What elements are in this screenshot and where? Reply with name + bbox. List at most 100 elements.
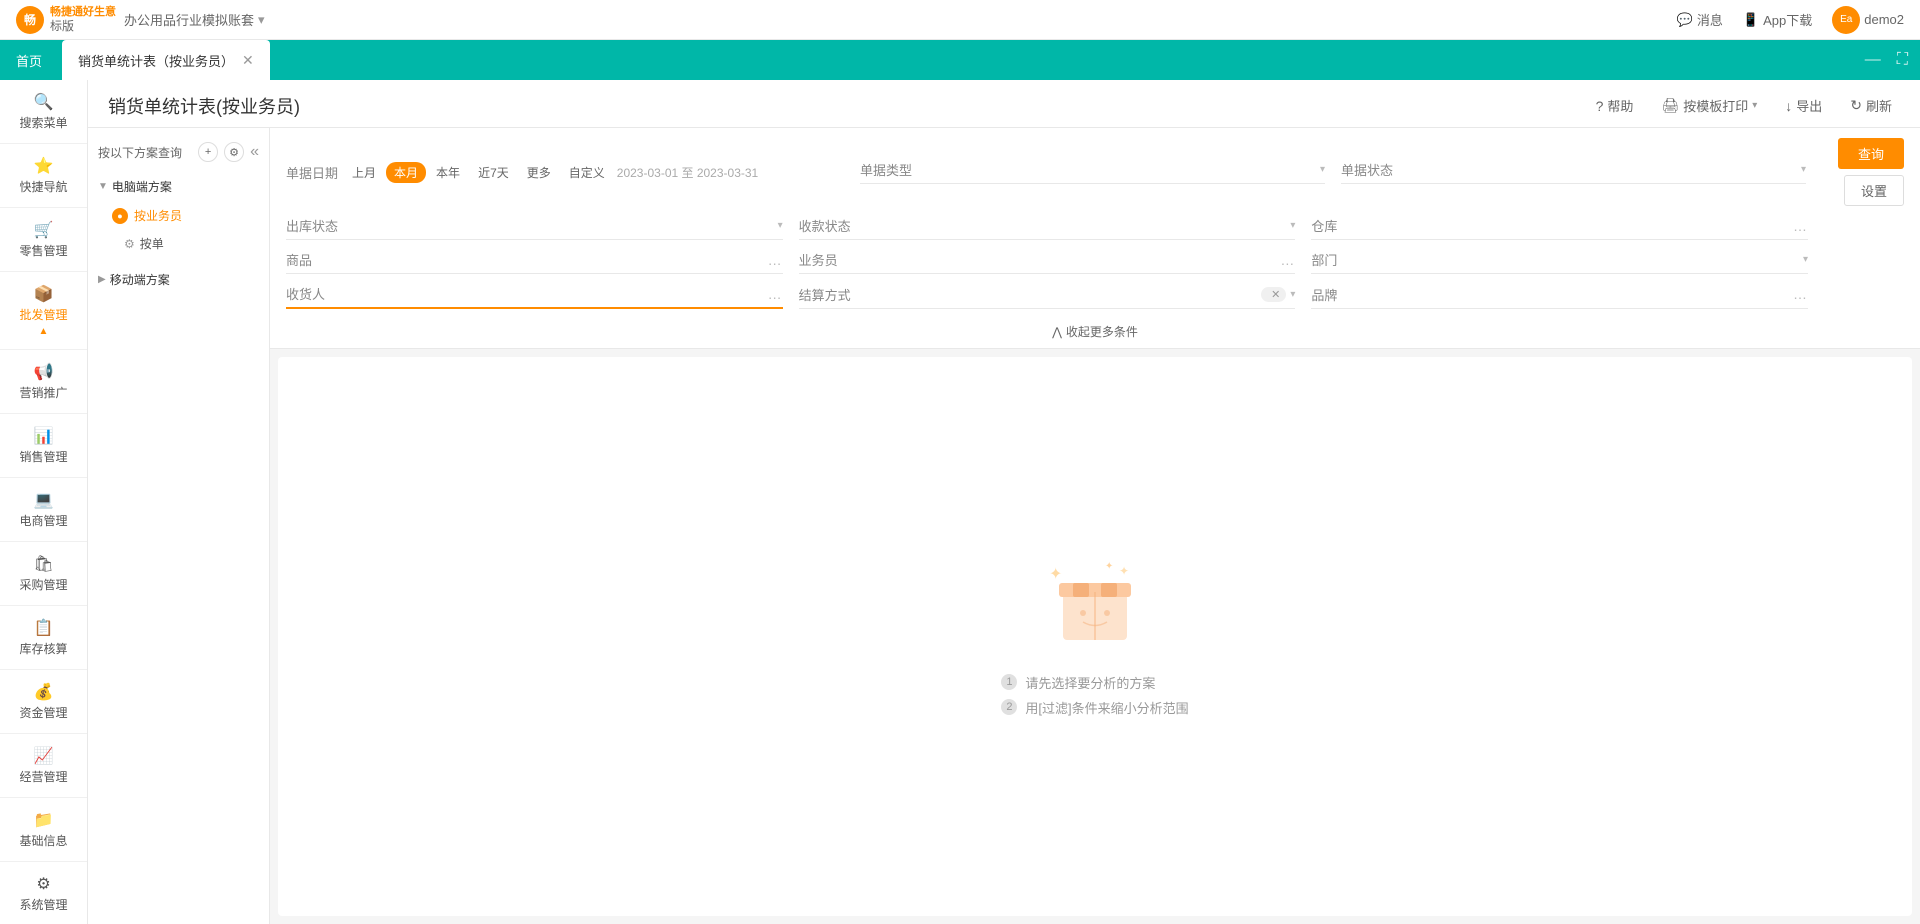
hint-num-2: 2 bbox=[1001, 699, 1017, 715]
tab-minimize-button[interactable]: — bbox=[1861, 47, 1885, 73]
tab-sales-stats[interactable]: 销货单统计表（按业务员） ✕ bbox=[62, 40, 270, 80]
user-profile[interactable]: Ea demo2 bbox=[1832, 6, 1904, 34]
logo-area: 畅 畅捷通好生意 标版 bbox=[16, 6, 116, 34]
query-button[interactable]: 查询 bbox=[1838, 138, 1904, 169]
sidebar-item-operations[interactable]: 📈 经营管理 bbox=[0, 734, 87, 798]
print-dropdown-arrow: ▾ bbox=[1752, 100, 1757, 111]
out-status-arrow-icon: ▾ bbox=[778, 220, 783, 231]
tab-close-button[interactable]: ✕ bbox=[242, 53, 254, 67]
print-button[interactable]: 🖨 按模板打印 ▾ bbox=[1653, 92, 1765, 119]
form-row-2: 出库状态 ▾ 收款状态 ▾ 仓库 bbox=[270, 212, 1920, 246]
product-dots-icon[interactable]: … bbox=[768, 252, 783, 268]
empty-hint-2: 2 用[过滤]条件来缩小分析范围 bbox=[1001, 698, 1188, 717]
hint-num-1: 1 bbox=[1001, 674, 1017, 690]
operations-icon: 📈 bbox=[8, 746, 79, 766]
sidebar-item-search[interactable]: 🔍 搜索菜单 bbox=[0, 80, 87, 144]
out-status-field: 出库状态 ▾ bbox=[286, 216, 783, 240]
query-area: 单据日期 上月 本月 本年 近7天 更多 自定义 2023-03-01 至 20… bbox=[270, 128, 1920, 924]
app-download-action[interactable]: 📱 App下载 bbox=[1743, 10, 1812, 29]
sidebar-item-marketing[interactable]: 📢 营销推广 bbox=[0, 350, 87, 414]
sidebar-item-wholesale[interactable]: 📦 批发管理 ▲ bbox=[0, 272, 87, 350]
breadcrumb[interactable]: 办公用品行业模拟账套 ▾ bbox=[124, 10, 265, 29]
refresh-button[interactable]: ↻ 刷新 bbox=[1842, 92, 1900, 119]
settings-button[interactable]: 设置 bbox=[1844, 175, 1904, 206]
receiver-dots-icon[interactable]: … bbox=[768, 286, 783, 302]
salesperson-dots-icon[interactable]: … bbox=[1280, 252, 1295, 268]
mobile-scheme-title[interactable]: ▶ 移动端方案 bbox=[88, 265, 269, 294]
receiver-field: 收货人 … bbox=[286, 284, 783, 309]
payment-method-clear-button[interactable]: ✕ bbox=[1271, 288, 1280, 301]
date-tab-last-month[interactable]: 上月 bbox=[344, 162, 384, 183]
message-action[interactable]: 💬 消息 bbox=[1677, 10, 1723, 29]
mobile-schemes: ▶ 移动端方案 bbox=[88, 261, 269, 298]
filter-panel-icons: + ⚙ « bbox=[198, 142, 259, 162]
page-header: 销货单统计表(按业务员) ? 帮助 🖨 按模板打印 ▾ ↓ bbox=[88, 80, 1920, 128]
filter-panel: 按以下方案查询 + ⚙ « ▼ 电脑端方案 bbox=[88, 128, 270, 924]
doc-status-label: 单据状态 bbox=[1341, 160, 1393, 179]
collapse-conditions-button[interactable]: ⋀ 收起更多条件 bbox=[270, 315, 1920, 348]
empty-state: ✦ ✦ ✦ bbox=[278, 357, 1912, 916]
date-tab-this-year[interactable]: 本年 bbox=[428, 162, 468, 183]
tab-maximize-button[interactable]: ⛶ bbox=[1893, 47, 1912, 73]
sidebar-item-retail[interactable]: 🛒 零售管理 bbox=[0, 208, 87, 272]
payment-method-clear-tag: ✕ bbox=[1261, 287, 1286, 302]
quicknav-icon: ⭐ bbox=[8, 156, 79, 176]
app-download-icon: 📱 bbox=[1743, 12, 1759, 28]
message-icon: 💬 bbox=[1677, 12, 1693, 28]
sales-icon: 📊 bbox=[8, 426, 79, 446]
date-tab-this-month[interactable]: 本月 bbox=[386, 162, 426, 183]
logo-text: 畅捷通好生意 标版 bbox=[50, 6, 116, 34]
date-tab-custom[interactable]: 自定义 bbox=[561, 162, 613, 183]
wholesale-icon: 📦 bbox=[8, 284, 79, 304]
settings-scheme-button[interactable]: ⚙ bbox=[224, 142, 244, 162]
form-row-3: 商品 … 业务员 … 部门 bbox=[270, 246, 1920, 280]
brand-dots-icon[interactable]: … bbox=[1793, 286, 1808, 302]
date-tabs: 上月 本月 本年 近7天 更多 自定义 bbox=[344, 162, 613, 183]
sidebar: 🔍 搜索菜单 ⭐ 快捷导航 🛒 零售管理 📦 批发管理 ▲ 📢 营销推广 � bbox=[0, 80, 88, 924]
receiver-input[interactable] bbox=[331, 286, 768, 301]
warehouse-field: 仓库 … bbox=[1311, 216, 1808, 240]
receiver-label: 收货人 bbox=[286, 284, 325, 303]
add-scheme-button[interactable]: + bbox=[198, 142, 218, 162]
tab-bar: 首页 销货单统计表（按业务员） ✕ — ⛶ bbox=[0, 40, 1920, 80]
payment-method-label: 结算方式 bbox=[799, 285, 851, 304]
scheme-active-icon: ● bbox=[112, 208, 128, 224]
warehouse-dots-icon[interactable]: … bbox=[1793, 218, 1808, 234]
sidebar-item-system[interactable]: ⚙ 系统管理 bbox=[0, 862, 87, 924]
top-header: 畅 畅捷通好生意 标版 办公用品行业模拟账套 ▾ 💬 消息 📱 App下载 bbox=[0, 0, 1920, 40]
date-tab-more[interactable]: 更多 bbox=[519, 162, 559, 183]
svg-text:✦: ✦ bbox=[1119, 564, 1129, 578]
top-header-right: 💬 消息 📱 App下载 Ea demo2 bbox=[1677, 6, 1904, 34]
collapse-icon: ⋀ bbox=[1052, 325, 1062, 339]
sidebar-item-basic-info[interactable]: 📁 基础信息 bbox=[0, 798, 87, 862]
help-button[interactable]: ? 帮助 bbox=[1588, 92, 1642, 119]
query-form-container: 单据日期 上月 本月 本年 近7天 更多 自定义 2023-03-01 至 20… bbox=[270, 128, 1920, 349]
desktop-scheme-title[interactable]: ▼ 电脑端方案 bbox=[88, 172, 269, 201]
sidebar-item-inventory[interactable]: 📋 库存核算 bbox=[0, 606, 87, 670]
tab-home[interactable]: 首页 bbox=[0, 40, 58, 80]
export-button[interactable]: ↓ 导出 bbox=[1777, 92, 1830, 119]
scheme-by-salesperson[interactable]: ● 按业务员 bbox=[88, 201, 269, 230]
sidebar-item-sales[interactable]: 📊 销售管理 bbox=[0, 414, 87, 478]
sidebar-item-purchase[interactable]: 🛍 采购管理 bbox=[0, 542, 87, 606]
filter-panel-header: 按以下方案查询 + ⚙ « bbox=[88, 136, 269, 168]
system-icon: ⚙ bbox=[8, 874, 79, 894]
page-title: 销货单统计表(按业务员) bbox=[108, 93, 300, 119]
scheme-gear-icon: ⚙ bbox=[124, 237, 135, 251]
sidebar-item-finance[interactable]: 💰 资金管理 bbox=[0, 670, 87, 734]
top-header-left: 畅 畅捷通好生意 标版 办公用品行业模拟账套 ▾ bbox=[16, 6, 265, 34]
date-tab-7days[interactable]: 近7天 bbox=[470, 162, 517, 183]
app-container: 畅 畅捷通好生意 标版 办公用品行业模拟账套 ▾ 💬 消息 📱 App下载 bbox=[0, 0, 1920, 924]
sidebar-item-quicknav[interactable]: ⭐ 快捷导航 bbox=[0, 144, 87, 208]
payment-method-field: 结算方式 ✕ ▾ bbox=[799, 285, 1296, 309]
sidebar-item-ecommerce[interactable]: 💻 电商管理 bbox=[0, 478, 87, 542]
print-icon: 🖨 bbox=[1661, 97, 1679, 114]
salesperson-field: 业务员 … bbox=[799, 250, 1296, 274]
doc-status-field: 单据状态 ▾ bbox=[1341, 160, 1806, 184]
collapse-panel-button[interactable]: « bbox=[250, 143, 259, 161]
scheme-by-order[interactable]: ⚙ 按单 bbox=[88, 230, 269, 257]
main-area: 🔍 搜索菜单 ⭐ 快捷导航 🛒 零售管理 📦 批发管理 ▲ 📢 营销推广 � bbox=[0, 80, 1920, 924]
product-label: 商品 bbox=[286, 250, 312, 269]
refresh-icon: ↻ bbox=[1850, 97, 1862, 114]
page-panel: 销货单统计表(按业务员) ? 帮助 🖨 按模板打印 ▾ ↓ bbox=[88, 80, 1920, 924]
